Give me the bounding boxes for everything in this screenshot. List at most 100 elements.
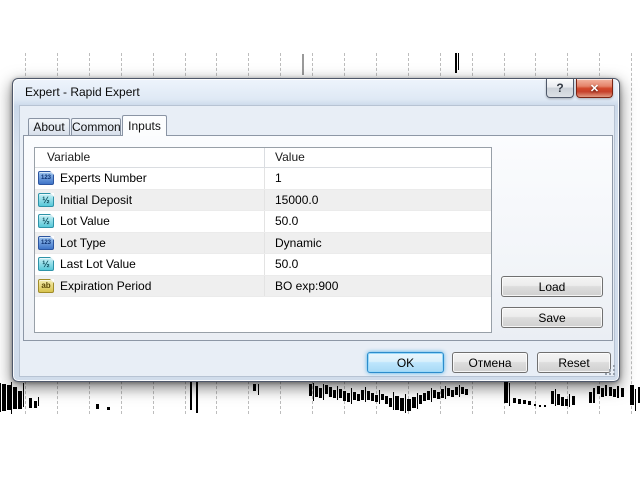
candlestick — [381, 394, 384, 400]
expert-properties-dialog: Expert - Rapid Expert ? ✕ About Common I… — [12, 78, 620, 382]
tab-inputs[interactable]: Inputs — [122, 115, 167, 136]
candlestick — [407, 399, 411, 411]
variable-name: Lot Value — [60, 214, 110, 229]
candlestick — [569, 394, 570, 407]
ok-button[interactable]: OK — [367, 352, 444, 373]
table-header: Variable Value — [35, 148, 491, 168]
value-cell[interactable]: Dynamic — [264, 232, 491, 253]
tab-about[interactable]: About — [28, 118, 70, 135]
column-header-variable: Variable — [47, 150, 91, 164]
tab-common[interactable]: Common — [71, 118, 121, 135]
candlestick — [325, 385, 328, 394]
candlestick — [18, 391, 22, 409]
candlestick — [371, 393, 374, 401]
table-row[interactable]: ½ Last Lot Value 50.0 — [35, 254, 491, 276]
candlestick — [431, 388, 432, 402]
double-type-icon: ½ — [38, 214, 54, 229]
table-row[interactable]: ½ Lot Value 50.0 — [35, 211, 491, 233]
close-button[interactable]: ✕ — [576, 79, 613, 98]
candlestick — [23, 383, 24, 407]
candlestick — [455, 53, 457, 73]
cancel-button[interactable]: Отмена — [452, 352, 528, 373]
table-body: 123 Experts Number 1 ½ Initial Deposit 15000.… — [35, 168, 491, 297]
variable-cell: ½ Lot Value — [35, 211, 264, 232]
candlestick — [609, 387, 612, 396]
candlestick — [528, 401, 531, 405]
candlestick — [357, 394, 360, 401]
table-row[interactable]: ½ Initial Deposit 15000.0 — [35, 189, 491, 211]
variable-cell: 123 Experts Number — [35, 168, 264, 189]
candlestick — [353, 392, 356, 400]
resize-grip[interactable] — [603, 365, 615, 377]
value-cell[interactable]: 50.0 — [264, 254, 491, 275]
reset-button[interactable]: Reset — [537, 352, 611, 373]
candlestick — [451, 390, 454, 397]
int-type-icon: 123 — [38, 171, 54, 186]
variable-name: Expiration Period — [60, 278, 152, 293]
candlestick — [589, 392, 592, 403]
candlestick — [509, 383, 510, 406]
candlestick — [621, 388, 624, 397]
column-header-value: Value — [264, 148, 491, 167]
candlestick — [423, 393, 426, 401]
candlestick — [437, 392, 440, 399]
candlestick — [565, 399, 568, 406]
candlestick — [379, 390, 380, 404]
candlestick — [601, 388, 604, 397]
load-button[interactable]: Load — [501, 276, 603, 297]
candlestick — [107, 407, 110, 410]
variable-cell: ab Expiration Period — [35, 276, 264, 297]
candlestick — [551, 391, 554, 404]
candlestick — [458, 53, 459, 70]
dialog-titlebar[interactable]: Expert - Rapid Expert — [13, 79, 619, 105]
candlestick — [433, 390, 436, 398]
candlestick — [2, 384, 6, 411]
table-row[interactable]: ab Expiration Period BO exp:900 — [35, 275, 491, 297]
candlestick — [389, 398, 392, 407]
close-icon: ✕ — [589, 83, 600, 95]
candlestick — [417, 393, 418, 409]
candlestick — [258, 384, 259, 395]
variable-cell: 123 Lot Type — [35, 233, 264, 254]
candlestick — [329, 387, 332, 397]
variable-name: Experts Number — [60, 171, 147, 186]
candlestick — [190, 382, 192, 410]
candlestick — [555, 389, 556, 406]
value-cell[interactable]: 15000.0 — [264, 189, 491, 210]
value-cell[interactable]: BO exp:900 — [264, 275, 491, 296]
candlestick — [319, 388, 322, 398]
candlestick — [465, 389, 468, 395]
variable-name: Lot Type — [60, 235, 106, 250]
candlestick — [347, 393, 350, 402]
candlestick — [337, 386, 338, 400]
candlestick — [393, 392, 394, 410]
candlestick — [447, 388, 450, 396]
candlestick — [339, 389, 342, 398]
candlestick — [313, 383, 314, 401]
candlestick — [593, 388, 595, 403]
value-cell[interactable]: 1 — [264, 168, 491, 189]
candlestick — [367, 391, 370, 400]
candlestick — [375, 395, 378, 402]
help-button[interactable]: ? — [546, 79, 574, 98]
candlestick — [395, 396, 399, 410]
candlestick — [29, 398, 32, 408]
table-row[interactable]: 123 Lot Type Dynamic — [35, 232, 491, 254]
table-row[interactable]: 123 Experts Number 1 — [35, 168, 491, 190]
candlestick — [96, 404, 99, 409]
double-type-icon: ½ — [38, 192, 54, 207]
candlestick — [539, 405, 541, 407]
candlestick — [459, 385, 460, 397]
candlestick — [365, 387, 366, 402]
candlestick — [534, 404, 536, 406]
candlestick — [518, 399, 521, 404]
candlestick — [504, 382, 508, 403]
value-cell[interactable]: 50.0 — [264, 211, 491, 232]
candlestick — [635, 389, 636, 411]
string-type-icon: ab — [38, 278, 54, 293]
variable-name: Last Lot Value — [60, 257, 136, 272]
candlestick — [557, 394, 560, 405]
save-button[interactable]: Save — [501, 307, 603, 328]
chart-gridline — [631, 53, 633, 414]
candlestick — [544, 405, 546, 407]
